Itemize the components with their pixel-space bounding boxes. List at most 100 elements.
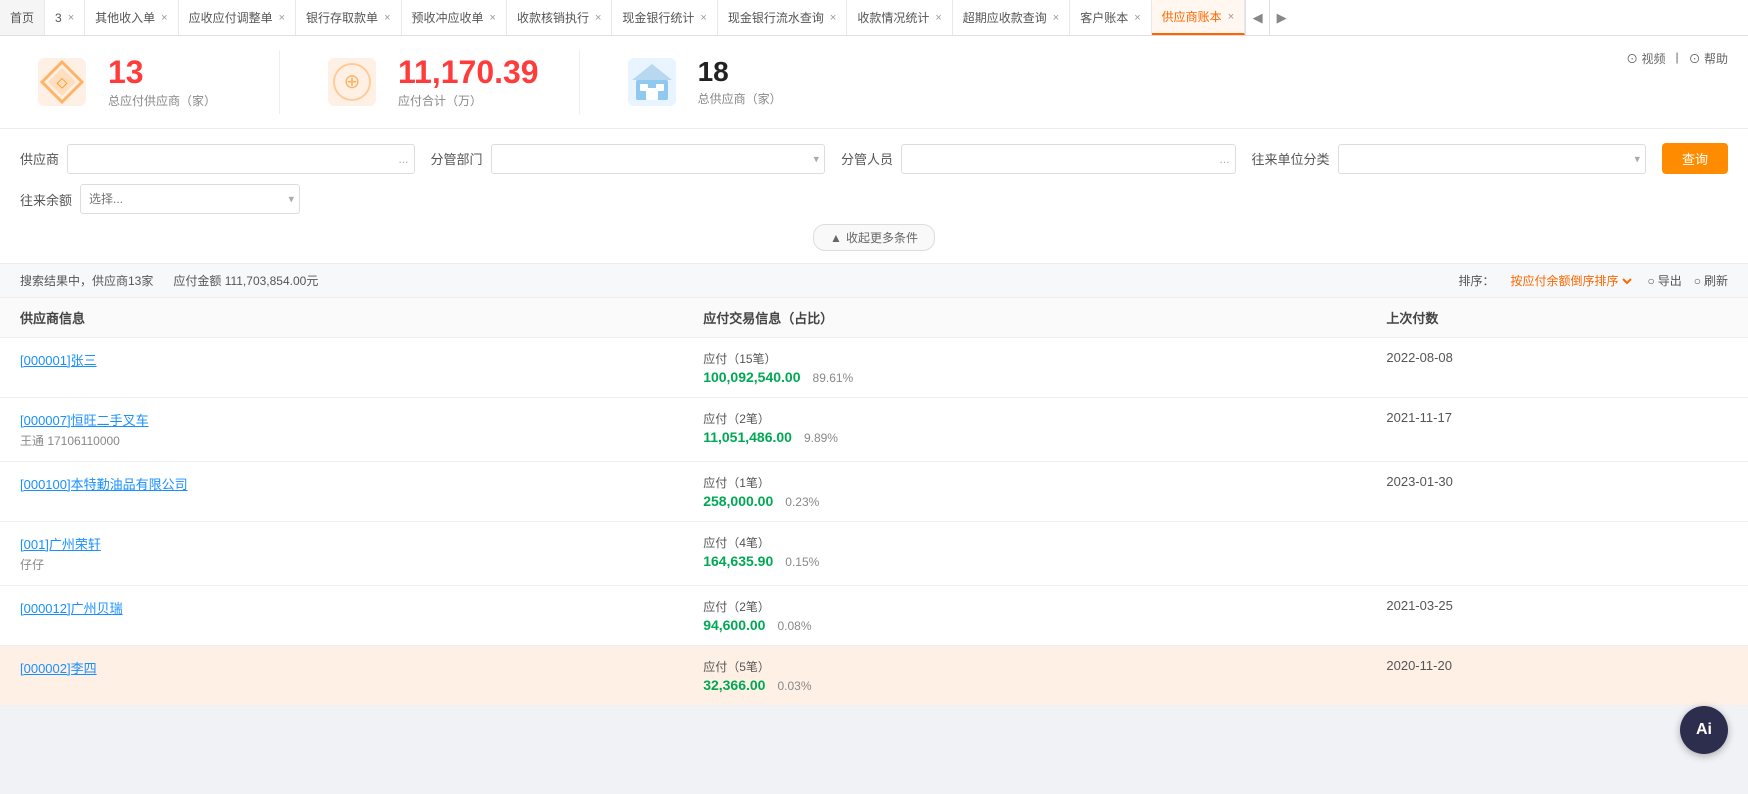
supplier-input[interactable] [67, 144, 414, 174]
nav-tab-receipt-verify[interactable]: 收款核销执行 × [507, 0, 612, 35]
trans-label: 应付（5笔） [703, 658, 1386, 675]
nav-tab-ar-ap-adjust[interactable]: 应收应付调整单 × [179, 0, 296, 35]
export-label: 导出 [1658, 272, 1682, 289]
wheat-icon: ⊕ [320, 50, 384, 114]
trans-row: 100,092,540.00 89.61% [703, 367, 1386, 385]
card1-number: 13 [108, 56, 216, 88]
trans-label: 应付（2笔） [703, 598, 1386, 615]
close-tab-receipt-verify[interactable]: × [595, 12, 601, 24]
nav-tab-cash-bank-stat[interactable]: 现金银行统计 × [612, 0, 717, 35]
close-tab-overdue-ar[interactable]: × [1053, 12, 1059, 24]
nav-tab-supplier-ledger[interactable]: 供应商账本 × [1152, 0, 1245, 35]
category-select[interactable] [1338, 144, 1646, 174]
supplier-link[interactable]: [000001]张三 [20, 350, 703, 369]
nav-scroll-right[interactable]: ▶ [1269, 0, 1293, 35]
supplier-input-wrap: ... [67, 144, 414, 174]
sort-select[interactable]: 按应付余额倒序排序 [1506, 273, 1635, 289]
nav-tab-cash-bank-flow[interactable]: 现金银行流水查询 × [718, 0, 847, 35]
supplier-link[interactable]: [000100]本特勤油品有限公司 [20, 474, 703, 493]
top-navigation: 首页 3 × 其他收入单 × 应收应付调整单 × 银行存取款单 × 预收冲应收单… [0, 0, 1748, 36]
person-dots[interactable]: ... [1219, 152, 1229, 166]
export-button[interactable]: ○ 导出 [1647, 272, 1681, 289]
person-input[interactable] [901, 144, 1235, 174]
summary-card-payable-amount: ⊕ 11,170.39 应付合计（万） [280, 50, 580, 114]
nav-tab-pre-ar[interactable]: 预收冲应收单 × [402, 0, 507, 35]
collapse-button[interactable]: ▲ 收起更多条件 [813, 224, 935, 251]
close-tab-supplier-ledger[interactable]: × [1228, 11, 1234, 23]
dept-select[interactable] [491, 144, 825, 174]
trans-percent: 0.03% [777, 679, 811, 693]
trans-info-cell: 应付（2笔） 94,600.00 0.08% [703, 598, 1386, 633]
last-pay-cell: 2022-08-08 [1386, 350, 1728, 365]
trans-amount: 32,366.00 [703, 677, 765, 693]
last-pay-cell: 2020-11-20 [1386, 658, 1728, 673]
close-tab-customer-ledger[interactable]: × [1134, 12, 1140, 24]
last-pay-cell: 2021-03-25 [1386, 598, 1728, 613]
trans-row: 94,600.00 0.08% [703, 615, 1386, 633]
card3-text: 18 总供应商（家） [698, 58, 782, 107]
balance-field: 往来余额 ▾ [20, 184, 300, 214]
nav-tab-receipt-stat[interactable]: 收款情况统计 × [847, 0, 952, 35]
dept-label: 分管部门 [431, 149, 483, 168]
ai-badge[interactable]: Ai [1680, 706, 1728, 754]
video-link[interactable]: ⊙ 视频 [1626, 50, 1665, 67]
nav-tab-3[interactable]: 3 × [45, 0, 85, 35]
trans-amount: 164,635.90 [703, 553, 773, 569]
card1-text: 13 总应付供应商（家） [108, 56, 216, 109]
dept-select-wrap: ▾ [491, 144, 825, 174]
supplier-link[interactable]: [000007]恒旺二手叉车 [20, 410, 703, 429]
table-row: [000002]李四 应付（5笔） 32,366.00 0.03% 2020-1… [0, 646, 1748, 706]
close-tab-cash-bank-stat[interactable]: × [700, 12, 706, 24]
table-row: [000012]广州贝瑞 应付（2笔） 94,600.00 0.08% 2021… [0, 586, 1748, 646]
table-row: [001]广州荣轩 仔仔 应付（4笔） 164,635.90 0.15% [0, 522, 1748, 586]
top-right-links: ⊙ 视频 | ⊙ 帮助 [1626, 50, 1728, 67]
col-last-pay: 上次付数 [1386, 308, 1728, 327]
summary-card-total-suppliers: 18 总供应商（家） [580, 50, 840, 114]
close-tab-cash-bank-flow[interactable]: × [830, 12, 836, 24]
export-circle-icon: ○ [1647, 274, 1654, 288]
nav-tab-bank-deposit[interactable]: 银行存取款单 × [296, 0, 401, 35]
trans-info-cell: 应付（1笔） 258,000.00 0.23% [703, 474, 1386, 509]
balance-select[interactable] [80, 184, 300, 214]
close-tab-pre-ar[interactable]: × [490, 12, 496, 24]
nav-tab-home[interactable]: 首页 [0, 0, 45, 35]
last-pay-cell: 2021-11-17 [1386, 410, 1728, 425]
refresh-button[interactable]: ○ 刷新 [1694, 272, 1728, 289]
help-link[interactable]: ⊙ 帮助 [1689, 50, 1728, 67]
trans-percent: 0.15% [785, 555, 819, 569]
last-pay-cell: 2023-01-30 [1386, 474, 1728, 489]
collapse-label: 收起更多条件 [846, 229, 918, 246]
close-tab-receipt-stat[interactable]: × [935, 12, 941, 24]
trans-row: 258,000.00 0.23% [703, 491, 1386, 509]
trans-amount: 11,051,486.00 [703, 429, 792, 445]
close-tab-other-income[interactable]: × [161, 12, 167, 24]
supplier-link[interactable]: [000012]广州贝瑞 [20, 598, 703, 617]
person-input-wrap: ... [901, 144, 1235, 174]
supplier-link[interactable]: [001]广州荣轩 [20, 534, 703, 553]
person-label: 分管人员 [841, 149, 893, 168]
trans-row: 164,635.90 0.15% [703, 551, 1386, 569]
trans-amount: 100,092,540.00 [703, 369, 800, 385]
search-area: 供应商 ... 分管部门 ▾ 分管人员 ... 往来单位分类 [0, 129, 1748, 264]
nav-tab-customer-ledger[interactable]: 客户账本 × [1070, 0, 1151, 35]
search-row-2: 往来余额 ▾ [20, 184, 1728, 214]
supplier-dots[interactable]: ... [398, 152, 408, 166]
nav-tab-other-income[interactable]: 其他收入单 × [85, 0, 178, 35]
close-tab-ar-ap-adjust[interactable]: × [279, 12, 285, 24]
supplier-table: 供应商信息 应付交易信息（占比） 上次付数 [000001]张三 应付（15笔）… [0, 298, 1748, 706]
trans-percent: 0.23% [785, 495, 819, 509]
table-header: 供应商信息 应付交易信息（占比） 上次付数 [0, 298, 1748, 338]
nav-scroll-left[interactable]: ◀ [1245, 0, 1269, 35]
svg-text:◇: ◇ [57, 74, 68, 90]
supplier-sub: 王通 17106110000 [20, 432, 703, 449]
close-tab-3[interactable]: × [68, 12, 74, 24]
trans-info-cell: 应付（4笔） 164,635.90 0.15% [703, 534, 1386, 569]
trans-row: 11,051,486.00 9.89% [703, 427, 1386, 445]
supplier-link[interactable]: [000002]李四 [20, 658, 703, 677]
trans-percent: 9.89% [804, 431, 838, 445]
query-button[interactable]: 查询 [1662, 143, 1728, 174]
balance-label: 往来余额 [20, 190, 72, 209]
supplier-info-cell: [000001]张三 [20, 350, 703, 372]
close-tab-bank-deposit[interactable]: × [384, 12, 390, 24]
nav-tab-overdue-ar[interactable]: 超期应收款查询 × [953, 0, 1070, 35]
